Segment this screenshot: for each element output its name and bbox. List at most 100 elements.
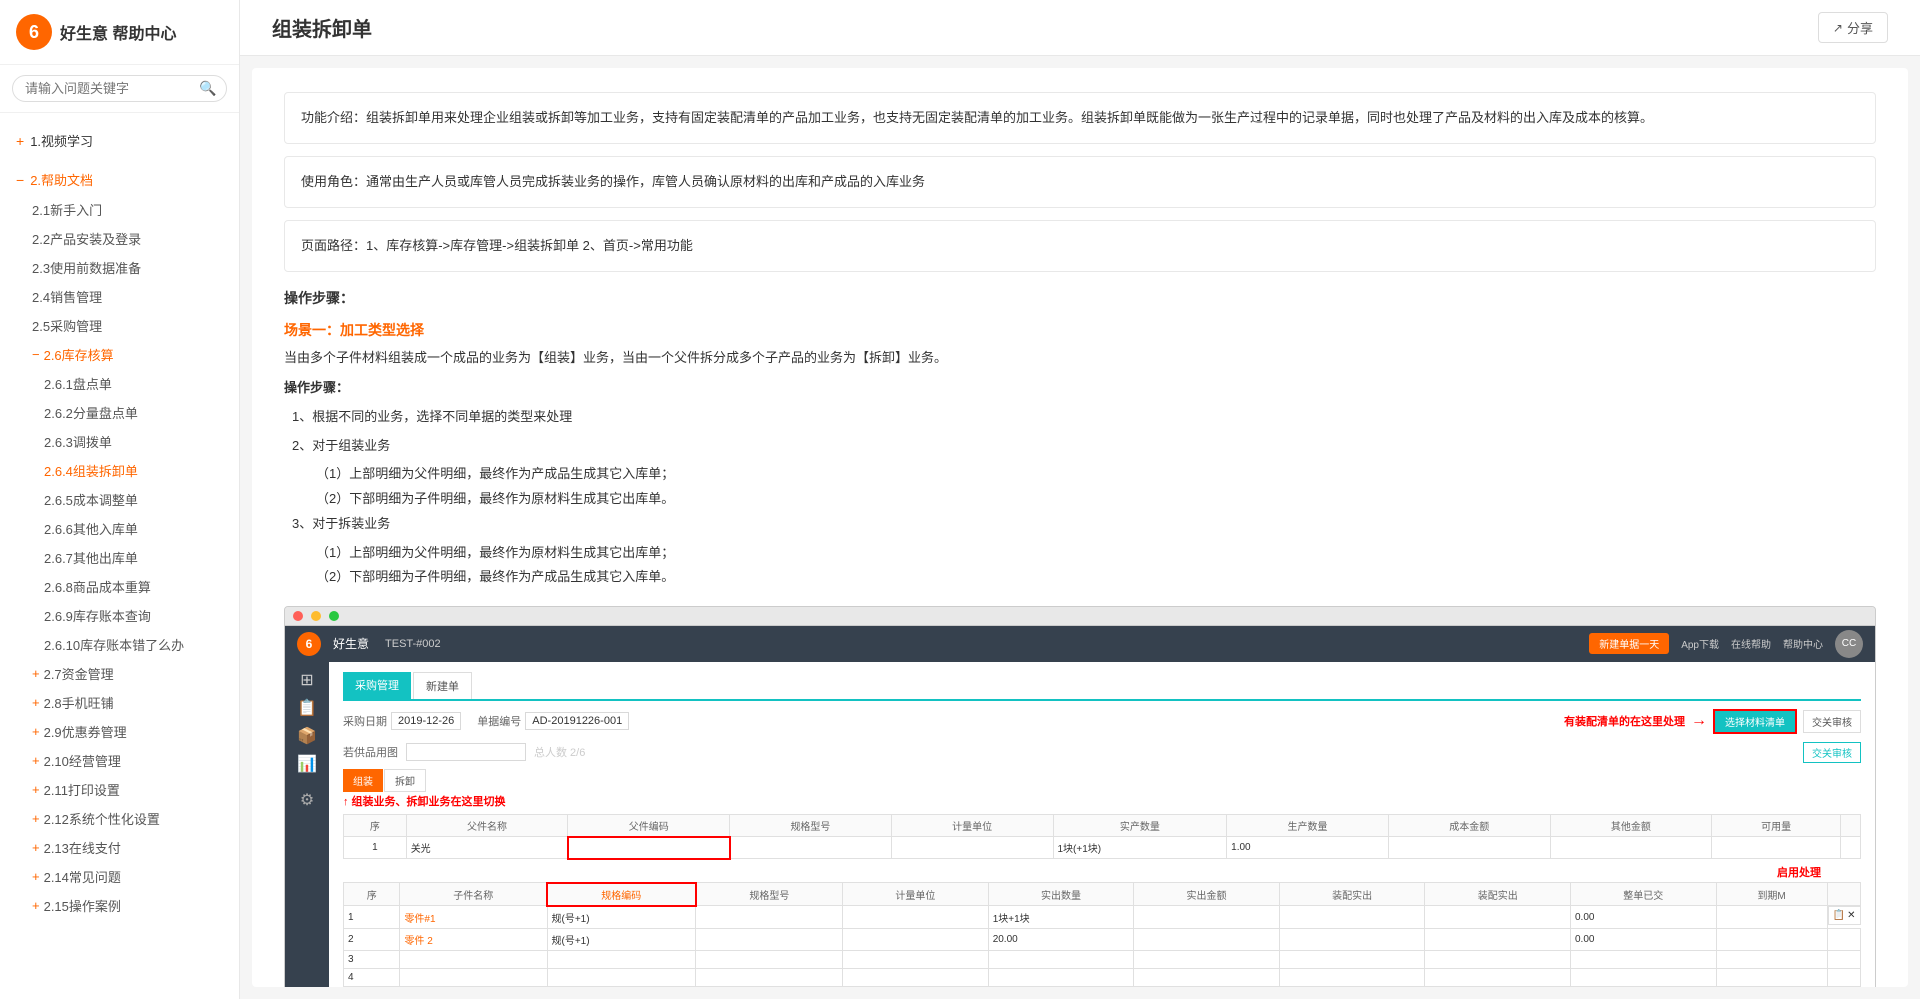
- sidebar-item-personalize[interactable]: + 2.12系统个性化设置: [0, 804, 239, 833]
- mock-delete-icon[interactable]: ✕: [1847, 910, 1855, 921]
- sidebar-item-other-out[interactable]: 2.6.7其他出库单: [0, 543, 239, 572]
- sidebar-item-newbie[interactable]: 2.1新手入门: [0, 195, 239, 224]
- plus-icon-coupon: +: [32, 724, 40, 739]
- sidebar-item-print[interactable]: + 2.11打印设置: [0, 775, 239, 804]
- sidebar-item-purchase[interactable]: 2.5采购管理: [0, 311, 239, 340]
- mock-date-field: 采购日期 2019-12-26: [343, 712, 461, 730]
- operation-steps-label2: 操作步骤：: [284, 376, 1876, 399]
- page-title: 组装拆卸单: [272, 13, 372, 42]
- search-bar: 🔍: [0, 65, 239, 113]
- sidebar: 6 好生意 帮助中心 🔍 + 1.视频学习 − 2.帮助文档 2.1新手入门 2…: [0, 0, 240, 999]
- mock-parent-row-1: 1 关光 1块(+1块) 1.00: [344, 837, 1861, 859]
- mock-sidebar-icon-4[interactable]: 📊: [297, 754, 317, 774]
- mock-child-row-4: 4: [344, 968, 1861, 986]
- sidebar-item-cost-recalc[interactable]: 2.6.8商品成本重算: [0, 572, 239, 601]
- mock-select-material-btn[interactable]: 选择材料清单: [1713, 709, 1797, 734]
- annotation-3: 启用处理: [1777, 864, 1821, 880]
- sidebar-item-inventory-wrong[interactable]: 2.6.10库存账本错了么办: [0, 630, 239, 659]
- mock-copy-icon[interactable]: 📋: [1833, 910, 1845, 921]
- mock-tab-new[interactable]: 新建单: [413, 672, 472, 699]
- sidebar-item-other-in[interactable]: 2.6.6其他入库单: [0, 514, 239, 543]
- mock-avatar: CC: [1835, 630, 1863, 658]
- search-input[interactable]: [12, 75, 227, 102]
- operation-steps-title: 操作步骤：: [284, 288, 1876, 308]
- sidebar-item-cost-adjust[interactable]: 2.6.5成本调整单: [0, 485, 239, 514]
- sidebar-item-mobile[interactable]: + 2.8手机旺铺: [0, 688, 239, 717]
- plus-icon-online-pay: +: [32, 840, 40, 855]
- steps-list: 1、根据不同的业务，选择不同单据的类型来处理 2、对于组装业务 （1）上部明细为…: [284, 405, 1876, 590]
- mock-sidebar-icon-5[interactable]: ⚙: [300, 790, 314, 810]
- sidebar-nav: + 1.视频学习 − 2.帮助文档 2.1新手入门 2.2产品安装及登录 2.3…: [0, 113, 239, 999]
- step-2-sub1: （1）上部明细为父件明细，最终作为产成品生成其它入库单；: [292, 462, 1876, 487]
- step-2-sub2: （2）下部明细为子件明细，最终作为原材料生成其它出库单。: [292, 487, 1876, 512]
- share-icon: ↗: [1833, 21, 1843, 35]
- mock-sidebar-icon-3[interactable]: 📦: [297, 726, 317, 746]
- main-content-area: 组装拆卸单 ↗ 分享 功能介绍：组装拆卸单用来处理企业组装或拆卸等加工业务，支持…: [240, 0, 1920, 999]
- mock-tab-manage[interactable]: 采购管理: [343, 672, 411, 699]
- arrow-right-1: →: [1691, 712, 1707, 730]
- mock-order-field: 单据编号 AD-20191226-001: [477, 712, 629, 730]
- share-button[interactable]: ↗ 分享: [1818, 12, 1888, 43]
- annotation-2: ↑ 组装业务、拆卸业务在这里切换: [343, 793, 506, 809]
- mock-confirm-btn[interactable]: 交关审核: [1803, 742, 1861, 763]
- sidebar-item-online-pay[interactable]: + 2.13在线支付: [0, 833, 239, 862]
- mock-online-help: 在线帮助: [1731, 636, 1771, 651]
- sidebar-item-coupon[interactable]: + 2.9优惠券管理: [0, 717, 239, 746]
- mock-new-order-btn[interactable]: 新建单据一天: [1589, 633, 1669, 654]
- sidebar-item-cases[interactable]: + 2.15操作案例: [0, 891, 239, 920]
- sidebar-item-assembly[interactable]: 2.6.4组装拆卸单: [0, 456, 239, 485]
- sidebar-item-docs[interactable]: − 2.帮助文档: [0, 164, 239, 195]
- feature-intro-text: 功能介绍：组装拆卸单用来处理企业组装或拆卸等加工业务，支持有固定装配清单的产品加…: [301, 110, 1653, 125]
- step-3-sub2: （2）下部明细为子件明细，最终作为产成品生成其它入库单。: [292, 565, 1876, 590]
- plus-icon-finance: +: [32, 666, 40, 681]
- topbar: 组装拆卸单 ↗ 分享: [240, 0, 1920, 56]
- sidebar-item-finance[interactable]: + 2.7资金管理: [0, 659, 239, 688]
- sidebar-item-inventory[interactable]: − 2.6库存核算: [0, 340, 239, 369]
- mock-supply-label: 若供品用图: [343, 744, 398, 760]
- sidebar-item-docs-label: 2.帮助文档: [30, 170, 93, 189]
- search-button[interactable]: 🔍: [199, 80, 216, 97]
- mock-child-row-5: 5: [344, 986, 1861, 987]
- sidebar-item-video-label: 1.视频学习: [30, 131, 93, 150]
- plus-icon-print: +: [32, 782, 40, 797]
- mock-disassembly-btn[interactable]: 拆卸: [384, 769, 426, 792]
- scene-one-label: 场景一：加工类型选择: [284, 320, 1876, 340]
- page-path-block: 页面路径：1、库存核算->库存管理->组装拆卸单 2、首页->常用功能: [284, 220, 1876, 272]
- mock-supply-input[interactable]: [406, 743, 526, 761]
- mock-brand-text: 好生意: [333, 635, 369, 652]
- mock-sidebar-icon-2[interactable]: 📋: [297, 698, 317, 718]
- sidebar-item-transfer[interactable]: 2.6.3调拨单: [0, 427, 239, 456]
- mock-topbar-id: TEST-#002: [385, 638, 441, 650]
- sidebar-item-install[interactable]: 2.2产品安装及登录: [0, 224, 239, 253]
- sidebar-header: 6 好生意 帮助中心: [0, 0, 239, 65]
- page-path-text: 页面路径：1、库存核算->库存管理->组装拆卸单 2、首页->常用功能: [301, 238, 693, 253]
- sidebar-item-operation[interactable]: + 2.10经营管理: [0, 746, 239, 775]
- mock-order-value[interactable]: AD-20191226-001: [525, 712, 629, 730]
- sidebar-item-stocktake[interactable]: 2.6.1盘点单: [0, 369, 239, 398]
- mock-sidebar-icon-1[interactable]: ⊞: [300, 670, 313, 690]
- plus-icon-faq: +: [32, 869, 40, 884]
- mock-child-table: 序 子件名称 规格编码 规格型号 计量单位 实出数量 实出金额 装配实出 装配实: [343, 882, 1861, 987]
- sidebar-item-video[interactable]: + 1.视频学习: [0, 125, 239, 156]
- mock-date-value[interactable]: 2019-12-26: [391, 712, 461, 730]
- mock-icon-sidebar: ⊞ 📋 📦 📊 ⚙: [285, 662, 329, 987]
- sidebar-item-split-stock[interactable]: 2.6.2分量盘点单: [0, 398, 239, 427]
- scene-one-desc: 当由多个子件材料组装成一个成品的业务为【组装】业务，当由一个父件拆分成多个子产品…: [284, 346, 1876, 369]
- mock-logo: 6: [297, 632, 321, 656]
- sidebar-item-faq[interactable]: + 2.14常见问题: [0, 862, 239, 891]
- mock-submit-btn[interactable]: 交关审核: [1803, 710, 1861, 733]
- sidebar-item-data-prep[interactable]: 2.3使用前数据准备: [0, 253, 239, 282]
- plus-icon-cases: +: [32, 898, 40, 913]
- nav-section-docs: − 2.帮助文档 2.1新手入门 2.2产品安装及登录 2.3使用前数据准备 2…: [0, 160, 239, 924]
- plus-icon: +: [16, 133, 24, 149]
- sidebar-item-sales[interactable]: 2.4销售管理: [0, 282, 239, 311]
- mock-help-center: 帮助中心: [1783, 636, 1823, 651]
- mock-assembly-btn[interactable]: 组装: [343, 769, 383, 792]
- mock-child-row-3: 3: [344, 950, 1861, 968]
- mock-app-download: App下载: [1681, 636, 1719, 651]
- step-1: 1、根据不同的业务，选择不同单据的类型来处理: [292, 405, 1876, 430]
- plus-icon-personalize: +: [32, 811, 40, 826]
- sidebar-item-inventory-check[interactable]: 2.6.9库存账本查询: [0, 601, 239, 630]
- feature-intro-block: 功能介绍：组装拆卸单用来处理企业组装或拆卸等加工业务，支持有固定装配清单的产品加…: [284, 92, 1876, 144]
- content-scroll-area: 功能介绍：组装拆卸单用来处理企业组装或拆卸等加工业务，支持有固定装配清单的产品加…: [252, 68, 1908, 987]
